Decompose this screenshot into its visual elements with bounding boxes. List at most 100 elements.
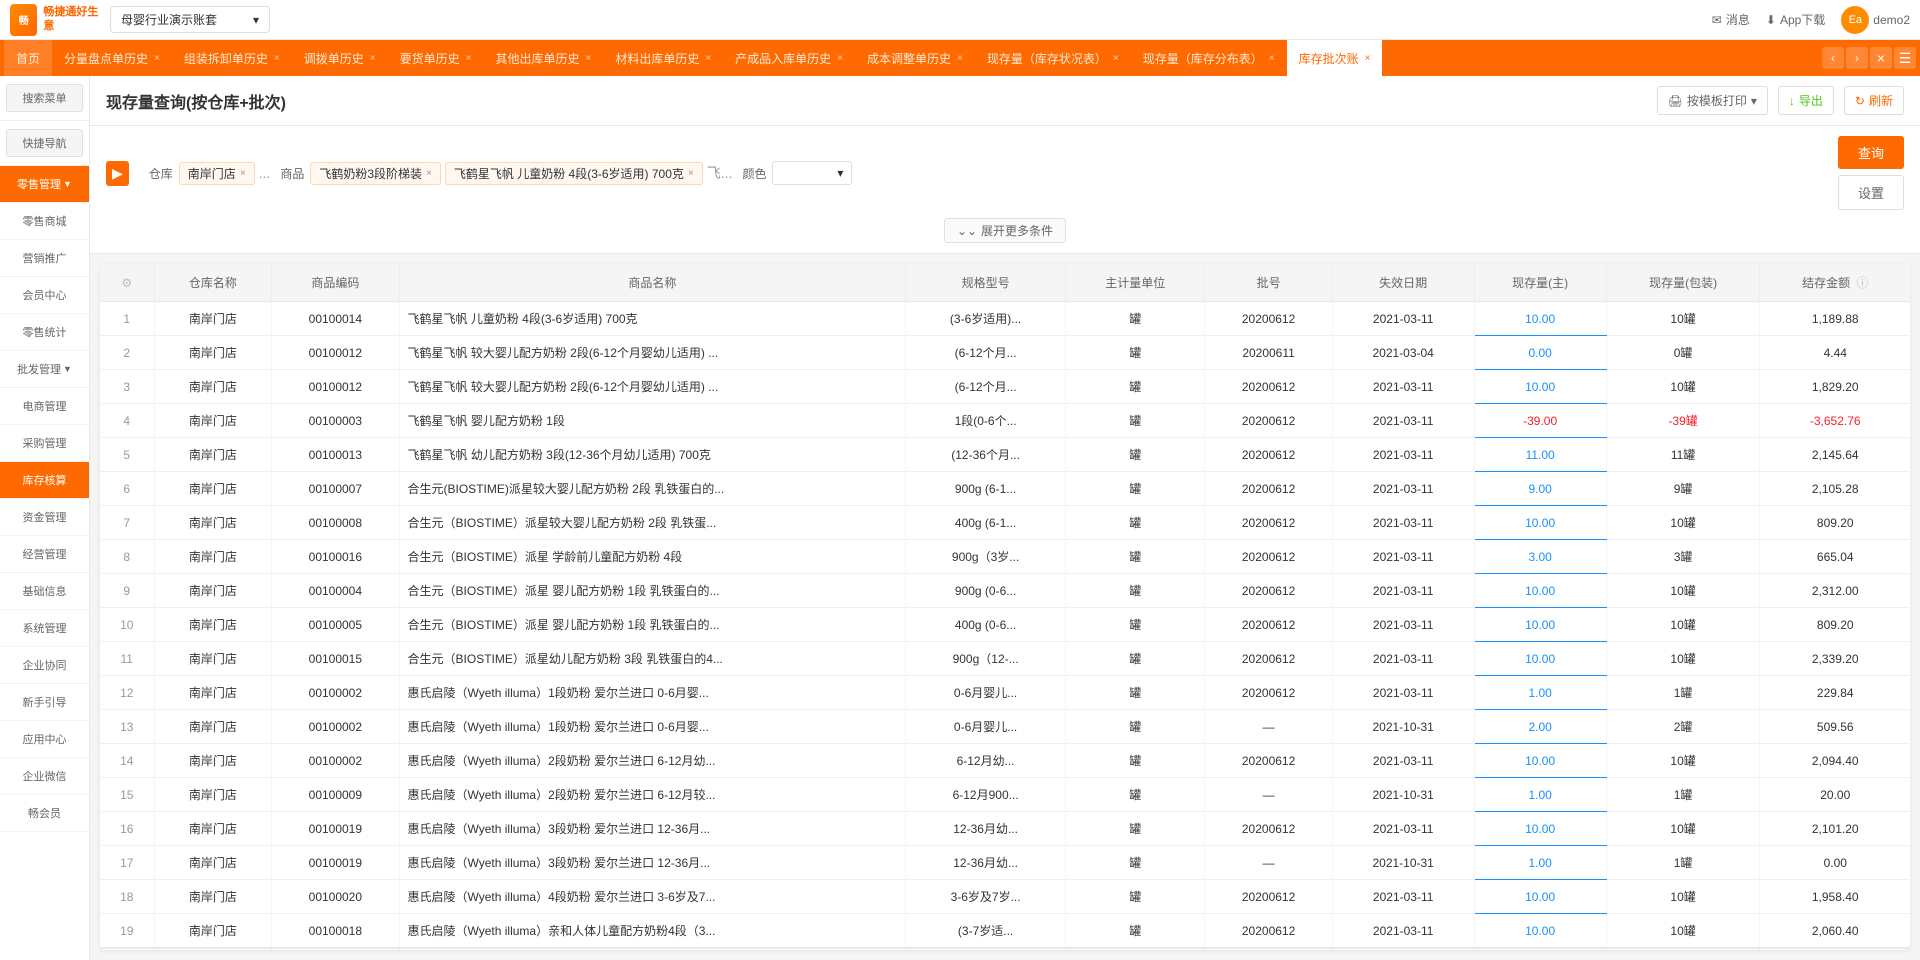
tab-close-all[interactable]: ×	[1870, 47, 1892, 69]
th-settings[interactable]: ⚙	[100, 264, 154, 302]
tab-zuzhuangchaichu[interactable]: 组装拆卸单历史×	[172, 40, 292, 76]
cell-stock-main[interactable]: 1.00	[1474, 778, 1606, 812]
close-tab-diaobodanhistory[interactable]: ×	[370, 53, 376, 64]
cell-stock-main[interactable]: 1.00	[1474, 676, 1606, 710]
tab-scroll-right[interactable]: ›	[1846, 47, 1868, 69]
sidebar-item-wholesale[interactable]: 批发管理 ▼	[0, 351, 89, 388]
sidebar-item-basic-info[interactable]: 基础信息	[0, 573, 89, 610]
close-tab-xiancunliangdistrib[interactable]: ×	[1269, 53, 1275, 64]
sidebar-item-changyuaner[interactable]: 畅会员	[0, 795, 89, 832]
tab-qitachukuhistory[interactable]: 其他出库单历史×	[483, 40, 603, 76]
cell-spec: (6-12个月...	[906, 336, 1066, 370]
close-tab-chengbentiaozhengjhistory[interactable]: ×	[957, 53, 963, 64]
workspace-selector[interactable]: 母婴行业演示账套 ▾	[110, 6, 270, 33]
tab-chengbentiaozhengjhistory[interactable]: 成本调整单历史×	[855, 40, 975, 76]
cell-stock-main[interactable]: 10.00	[1474, 608, 1606, 642]
filter-expand-arrow[interactable]: ▶	[106, 161, 129, 186]
tab-cailiaochukuhistory[interactable]: 材料出库单历史×	[603, 40, 723, 76]
close-tab-zuzhuangchaichu[interactable]: ×	[274, 53, 280, 64]
messages-button[interactable]: ✉ 消息	[1712, 11, 1750, 28]
cell-stock-main[interactable]: 10.00	[1474, 880, 1606, 914]
sidebar-item-purchase[interactable]: 采购管理	[0, 425, 89, 462]
sidebar-item-app-center[interactable]: 应用中心	[0, 721, 89, 758]
app-download-button[interactable]: ⬇ App下载	[1766, 11, 1825, 28]
search-menu-button[interactable]: 搜索菜单	[6, 84, 83, 112]
table-row: 4 南岸门店 00100003 飞鹤星飞帆 婴儿配方奶粉 1段 1段(0-6个.…	[100, 404, 1910, 438]
export-button[interactable]: ↓ 导出	[1778, 86, 1834, 115]
cell-batch: 20200612	[1205, 472, 1332, 506]
setting-button[interactable]: 设置	[1838, 175, 1904, 210]
cell-stock-main[interactable]: 1.00	[1474, 846, 1606, 880]
tab-fenliangpandian[interactable]: 分量盘点单历史×	[52, 40, 172, 76]
remove-warehouse-tag[interactable]: ×	[240, 168, 246, 179]
cell-stock-main[interactable]: 9.00	[1474, 472, 1606, 506]
sidebar-item-guide[interactable]: 新手引导	[0, 684, 89, 721]
sidebar-item-finance[interactable]: 资金管理	[0, 499, 89, 536]
cell-stock-main[interactable]: -39.00	[1474, 404, 1606, 438]
footer-empty-4	[906, 948, 1066, 950]
sidebar-item-enterprise-collab[interactable]: 企业协同	[0, 647, 89, 684]
cell-stock-main[interactable]: 0.00	[1474, 336, 1606, 370]
sidebar-item-retail-management[interactable]: 零售管理 ▼	[0, 166, 89, 203]
cell-name: 飞鹤星飞帆 较大婴儿配方奶粉 2段(6-12个月婴幼儿适用) ...	[399, 370, 906, 404]
tab-yaohuodanhistory[interactable]: 要货单历史×	[388, 40, 484, 76]
close-tab-qitachukuhistory[interactable]: ×	[585, 53, 591, 64]
cell-stock-main[interactable]: 10.00	[1474, 574, 1606, 608]
close-tab-yaohuodanhistory[interactable]: ×	[466, 53, 472, 64]
sidebar-item-management[interactable]: 经营管理	[0, 536, 89, 573]
sidebar-item-system[interactable]: 系统管理	[0, 610, 89, 647]
sidebar-item-retail-stats[interactable]: 零售统计	[0, 314, 89, 351]
sidebar-item-retail-mall[interactable]: 零售商城	[0, 203, 89, 240]
sidebar-item-member-center[interactable]: 会员中心	[0, 277, 89, 314]
quick-nav-button[interactable]: 快捷导航	[6, 129, 83, 157]
cell-stock-main[interactable]: 10.00	[1474, 302, 1606, 336]
tab-home[interactable]: 首页	[4, 40, 52, 76]
remove-product-tag-1[interactable]: ×	[426, 168, 432, 179]
table-area: ⚙ 仓库名称 商品编码 商品名称 规格型号 主计量单位 批号 失效日期 现存量(…	[100, 264, 1910, 950]
tab-diaobodanhistory[interactable]: 调拨单历史×	[292, 40, 388, 76]
expand-more-conditions-button[interactable]: ⌄⌄ 展开更多条件	[944, 218, 1066, 243]
print-button[interactable]: 🖨 按模板打印 ▾	[1657, 86, 1768, 115]
cell-name: 飞鹤星飞帆 婴儿配方奶粉 1段	[399, 404, 906, 438]
warehouse-more-icon[interactable]: ...	[259, 165, 271, 181]
remove-product-tag-2[interactable]: ×	[688, 168, 694, 179]
cell-num: 17	[100, 846, 154, 880]
cell-stock-main[interactable]: 10.00	[1474, 642, 1606, 676]
tab-chanchengpinrukuhistory[interactable]: 产成品入库单历史×	[723, 40, 855, 76]
cell-stock-main[interactable]: 11.00	[1474, 438, 1606, 472]
cell-expiry: 2021-03-11	[1332, 574, 1474, 608]
cell-stock-main[interactable]: 10.00	[1474, 370, 1606, 404]
sidebar-item-inventory[interactable]: 库存核算	[0, 462, 89, 499]
table-row: 14 南岸门店 00100002 惠氏启陵（Wyeth illuma）2段奶粉 …	[100, 744, 1910, 778]
cell-unit: 罐	[1066, 438, 1205, 472]
color-filter-select[interactable]: ▾	[772, 161, 852, 185]
cell-stock-main[interactable]: 10.00	[1474, 914, 1606, 949]
cell-num: 16	[100, 812, 154, 846]
cell-stock-main[interactable]: 10.00	[1474, 506, 1606, 540]
sidebar-item-enterprise-wechat[interactable]: 企业微信	[0, 758, 89, 795]
close-tab-xiancunliangstate[interactable]: ×	[1113, 53, 1119, 64]
tab-xiancunliangstate[interactable]: 现存量（库存状况表）×	[975, 40, 1131, 76]
refresh-label: 刷新	[1869, 92, 1893, 109]
tab-scroll-left[interactable]: ‹	[1822, 47, 1844, 69]
cell-name: 合生元（BIOSTIME）派星幼儿配方奶粉 3段 乳铁蛋白的4...	[399, 642, 906, 676]
tab-kucunpiciccount[interactable]: 库存批次账×	[1287, 40, 1383, 76]
user-menu[interactable]: Ea demo2	[1841, 6, 1910, 34]
cell-stock-main[interactable]: 10.00	[1474, 812, 1606, 846]
cell-stock-main[interactable]: 2.00	[1474, 710, 1606, 744]
close-tab-kucunpiciccount[interactable]: ×	[1365, 53, 1371, 64]
sidebar-item-ecommerce[interactable]: 电商管理	[0, 388, 89, 425]
tab-xiancunliangdistrib[interactable]: 现存量（库存分布表）×	[1131, 40, 1287, 76]
product-more-icon[interactable]: 飞...	[707, 163, 733, 183]
cell-stock-pkg: 10罐	[1606, 642, 1760, 676]
close-tab-chanchengpinrukuhistory[interactable]: ×	[837, 53, 843, 64]
settings-gear-icon[interactable]: ⚙	[121, 276, 132, 290]
cell-stock-main[interactable]: 3.00	[1474, 540, 1606, 574]
cell-stock-main[interactable]: 10.00	[1474, 744, 1606, 778]
refresh-button[interactable]: ↻ 刷新	[1844, 86, 1904, 115]
close-tab-fenliangpandian[interactable]: ×	[154, 53, 160, 64]
close-tab-cailiaochukuhistory[interactable]: ×	[705, 53, 711, 64]
sidebar-item-marketing[interactable]: 营销推广	[0, 240, 89, 277]
query-button[interactable]: 查询	[1838, 136, 1904, 169]
tab-menu[interactable]: ☰	[1894, 47, 1916, 69]
